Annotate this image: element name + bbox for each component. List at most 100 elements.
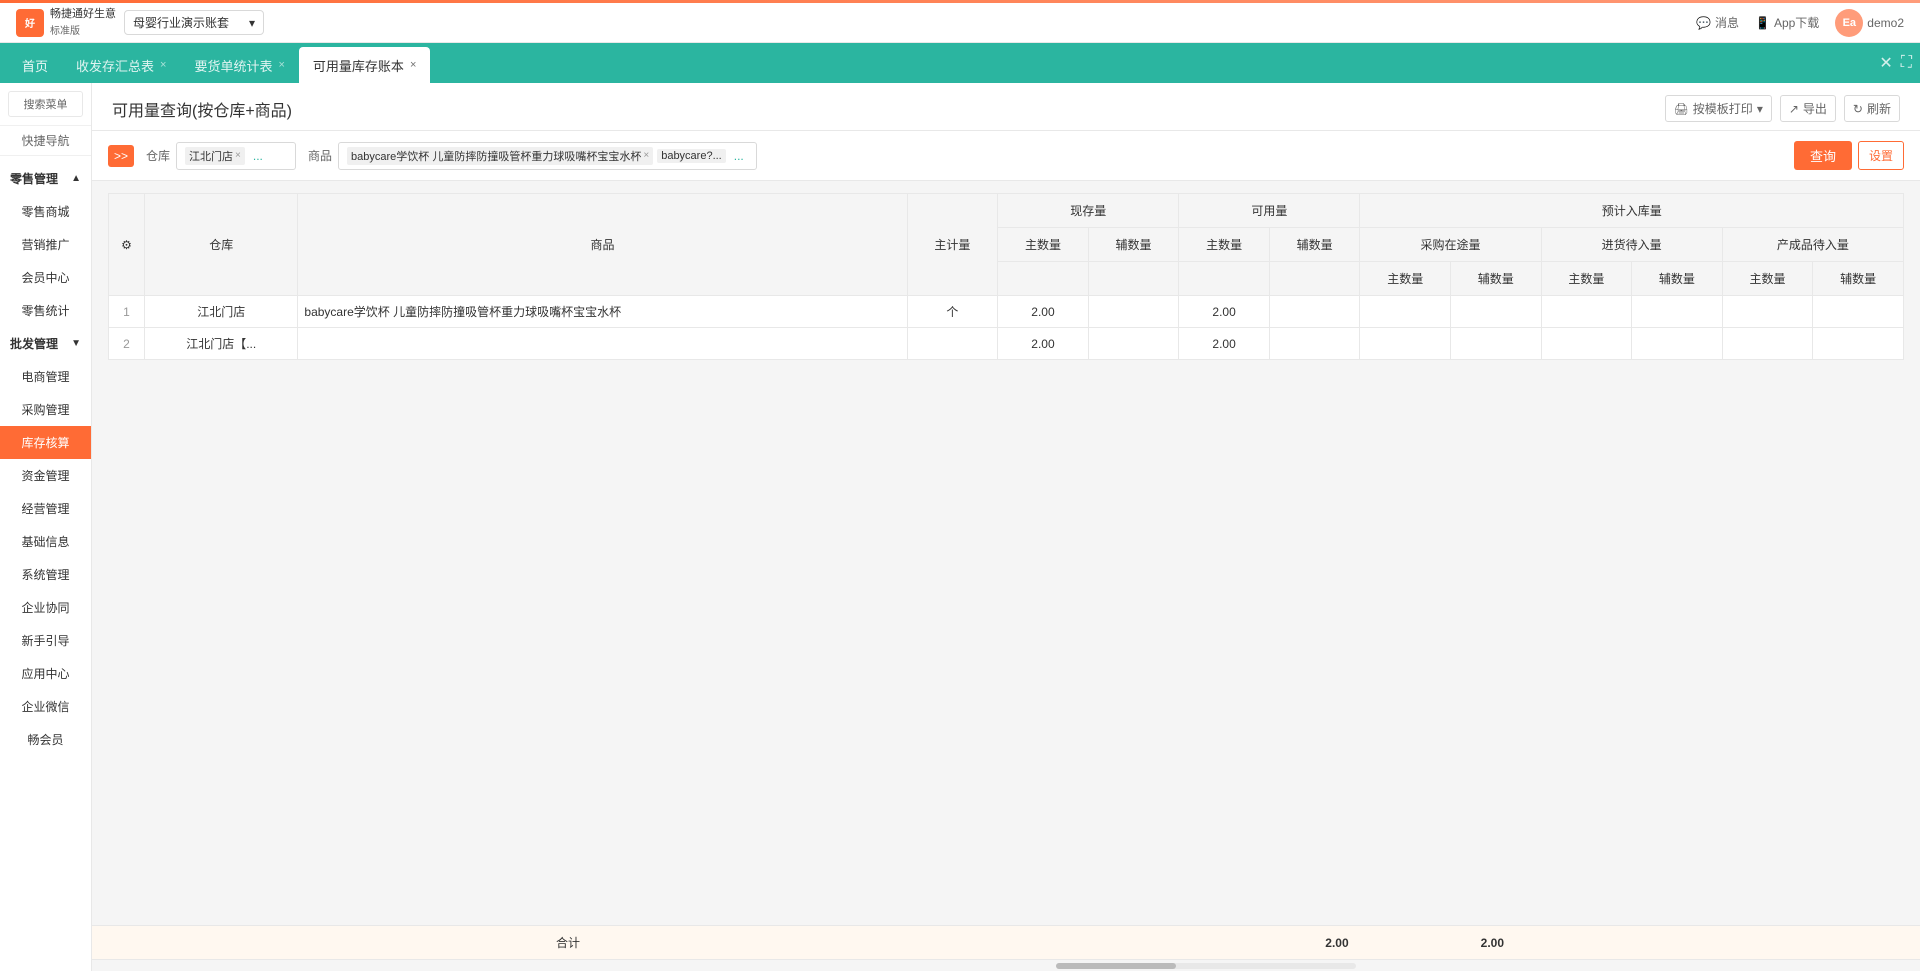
scrollbar-track[interactable]: [1056, 963, 1356, 969]
main-layout: 搜索菜单 快捷导航 零售管理 ▲ 零售商城 营销推广 会员中心 零售统计 批发管…: [0, 83, 1920, 971]
message-btn[interactable]: 💬 消息: [1696, 14, 1739, 31]
export-btn[interactable]: ↗ 导出: [1780, 95, 1836, 122]
sidebar-item-enterprise[interactable]: 企业协同: [0, 591, 91, 624]
col-unit-header: 主计量: [907, 194, 998, 296]
col-stock-aux-header: 辅数量: [1088, 228, 1179, 262]
product-tag-1-close[interactable]: ×: [643, 150, 649, 161]
refresh-icon: ↻: [1853, 102, 1863, 116]
sidebar-item-newbie[interactable]: 新手引导: [0, 624, 91, 657]
product-more-btn[interactable]: ...: [730, 149, 748, 163]
sidebar-item-enterprise-wechat[interactable]: 企业微信: [0, 690, 91, 723]
col-warehouse-header: 仓库: [145, 194, 298, 296]
col-settings-header[interactable]: ⚙: [109, 194, 145, 296]
warehouse-filter-group: 仓库 江北门店 × ...: [146, 142, 296, 170]
tab-close-all-icon[interactable]: ✕: [1879, 53, 1892, 73]
chevron-up-icon: ▲: [71, 173, 81, 184]
summary-stock-main: 2.00: [1309, 936, 1364, 950]
sidebar-item-system[interactable]: 系统管理: [0, 558, 91, 591]
user-area[interactable]: Ea demo2: [1835, 9, 1904, 37]
sidebar-item-purchase[interactable]: 采购管理: [0, 393, 91, 426]
sidebar-item-app-center[interactable]: 应用中心: [0, 657, 91, 690]
tab-receipts[interactable]: 收发存汇总表 ×: [62, 47, 180, 83]
sidebar-item-wholesale-header[interactable]: 批发管理 ▼: [0, 327, 91, 360]
download-icon: 📱: [1755, 16, 1770, 30]
logo-area: 好 畅捷通好生意 标准版: [16, 8, 116, 36]
scrollbar-area: [92, 959, 1920, 971]
sidebar-member-label: 会员中心: [21, 269, 69, 286]
sidebar-item-retail-stats[interactable]: 零售统计: [0, 294, 91, 327]
col-available-header: 可用量: [1179, 194, 1360, 228]
product-filter-label: 商品: [308, 147, 332, 164]
sidebar-newbie-label: 新手引导: [21, 632, 69, 649]
sidebar-item-inventory[interactable]: 库存核算: [0, 426, 91, 459]
warehouse-more-btn[interactable]: ...: [249, 149, 267, 163]
sidebar-item-operations[interactable]: 经营管理: [0, 492, 91, 525]
product-filter-group: 商品 babycare学饮杯 儿童防摔防撞吸管杯重力球吸嘴杯宝宝水杯 × bab…: [308, 142, 757, 170]
username-label: demo2: [1867, 16, 1904, 30]
sidebar-item-marketing[interactable]: 营销推广: [0, 228, 91, 261]
industry-selector[interactable]: 母婴行业演示账套 ▾: [124, 10, 264, 35]
tab-bar: 首页 收发存汇总表 × 要货单统计表 × 可用量库存账本 × ✕ ⛶: [0, 43, 1920, 83]
search-menu-btn[interactable]: 搜索菜单: [8, 91, 83, 117]
sidebar-purchase-label: 采购管理: [21, 401, 69, 418]
logo-text: 畅捷通好生意: [50, 8, 116, 21]
sidebar-section: 零售管理 ▲ 零售商城 营销推广 会员中心 零售统计 批发管理 ▼ 电商管理: [0, 156, 91, 762]
sidebar-basics-label: 基础信息: [21, 533, 69, 550]
tab-orders[interactable]: 要货单统计表 ×: [180, 47, 298, 83]
tab-orders-close[interactable]: ×: [278, 59, 284, 71]
sidebar-item-basics[interactable]: 基础信息: [0, 525, 91, 558]
sidebar-item-finance[interactable]: 资金管理: [0, 459, 91, 492]
tab-orders-label: 要货单统计表: [194, 56, 272, 75]
top-bar: 好 畅捷通好生意 标准版 母婴行业演示账套 ▾ 💬 消息 📱 App下载 Ea …: [0, 3, 1920, 43]
data-table: ⚙ 仓库 商品 主计量 现存量: [108, 193, 1904, 360]
sidebar-app-center-label: 应用中心: [21, 665, 69, 682]
sidebar-search-area: 搜索菜单: [0, 83, 91, 126]
summary-total-label: 合计: [540, 934, 596, 951]
warehouse-tag: 江北门店 ×: [185, 147, 245, 165]
tab-inventory-close[interactable]: ×: [410, 59, 416, 71]
sidebar-retail-shop-label: 零售商城: [21, 203, 69, 220]
tab-receipts-close[interactable]: ×: [160, 59, 166, 71]
page-header: 可用量查询(按仓库+商品) 🖨 按模板打印 ▾ ↗ 导出 ↻ 刷新: [92, 83, 1920, 131]
settings-btn[interactable]: 设置: [1858, 141, 1904, 170]
filter-actions: 查询 设置: [1794, 141, 1904, 170]
warehouse-filter-label: 仓库: [146, 147, 170, 164]
download-label: App下载: [1774, 14, 1819, 31]
product-tag-1: babycare学饮杯 儿童防摔防撞吸管杯重力球吸嘴杯宝宝水杯 ×: [347, 147, 653, 165]
tab-home[interactable]: 首页: [8, 47, 62, 83]
sidebar-item-retail-shop[interactable]: 零售商城: [0, 195, 91, 228]
sidebar-enterprise-label: 企业协同: [21, 599, 69, 616]
warehouse-filter-input[interactable]: 江北门店 × ...: [176, 142, 296, 170]
sidebar-marketing-label: 营销推广: [21, 236, 69, 253]
quick-nav-btn[interactable]: 快捷导航: [0, 126, 91, 156]
tab-expand-icon[interactable]: ⛶: [1901, 54, 1912, 72]
col-avail-main-header: 主数量: [1179, 228, 1270, 262]
filter-bar: >> 仓库 江北门店 × ... 商品 babycare学饮杯 儿童防摔防撞吸管…: [92, 131, 1920, 181]
refresh-btn[interactable]: ↻ 刷新: [1844, 95, 1900, 122]
sidebar: 搜索菜单 快捷导航 零售管理 ▲ 零售商城 营销推广 会员中心 零售统计 批发管…: [0, 83, 92, 971]
col-mfg-group-header: 产成品待入量: [1722, 228, 1903, 262]
avatar: Ea: [1835, 9, 1863, 37]
print-template-btn[interactable]: 🖨 按模板打印 ▾: [1665, 95, 1772, 122]
sidebar-item-retail-header[interactable]: 零售管理 ▲: [0, 162, 91, 195]
col-avail-aux-header: 辅数量: [1269, 228, 1360, 262]
sidebar-item-member[interactable]: 会员中心: [0, 261, 91, 294]
query-btn[interactable]: 查询: [1794, 141, 1852, 170]
col-purchase-aux-header: 辅数量: [1451, 262, 1542, 296]
col-mfg-main-header: 主数量: [1722, 262, 1813, 296]
table-area: ⚙ 仓库 商品 主计量 现存量: [92, 181, 1920, 925]
product-filter-input[interactable]: babycare学饮杯 儿童防摔防撞吸管杯重力球吸嘴杯宝宝水杯 × babyca…: [338, 142, 757, 170]
warehouse-tag-close[interactable]: ×: [235, 150, 241, 161]
scrollbar-thumb[interactable]: [1056, 963, 1176, 969]
tab-home-label: 首页: [22, 56, 48, 75]
tab-inventory[interactable]: 可用量库存账本 ×: [299, 47, 430, 83]
content-area: 可用量查询(按仓库+商品) 🖨 按模板打印 ▾ ↗ 导出 ↻ 刷新 >>: [92, 83, 1920, 971]
app-download-btn[interactable]: 📱 App下载: [1755, 14, 1819, 31]
sidebar-item-ecommerce[interactable]: 电商管理: [0, 360, 91, 393]
expand-filter-btn[interactable]: >>: [108, 145, 134, 167]
logo-subtext: 标准版: [50, 22, 116, 37]
col-inbound-aux-header: 辅数量: [1632, 262, 1723, 296]
page-title: 可用量查询(按仓库+商品): [112, 97, 292, 121]
sidebar-operations-label: 经营管理: [21, 500, 69, 517]
sidebar-item-vip[interactable]: 畅会员: [0, 723, 91, 756]
